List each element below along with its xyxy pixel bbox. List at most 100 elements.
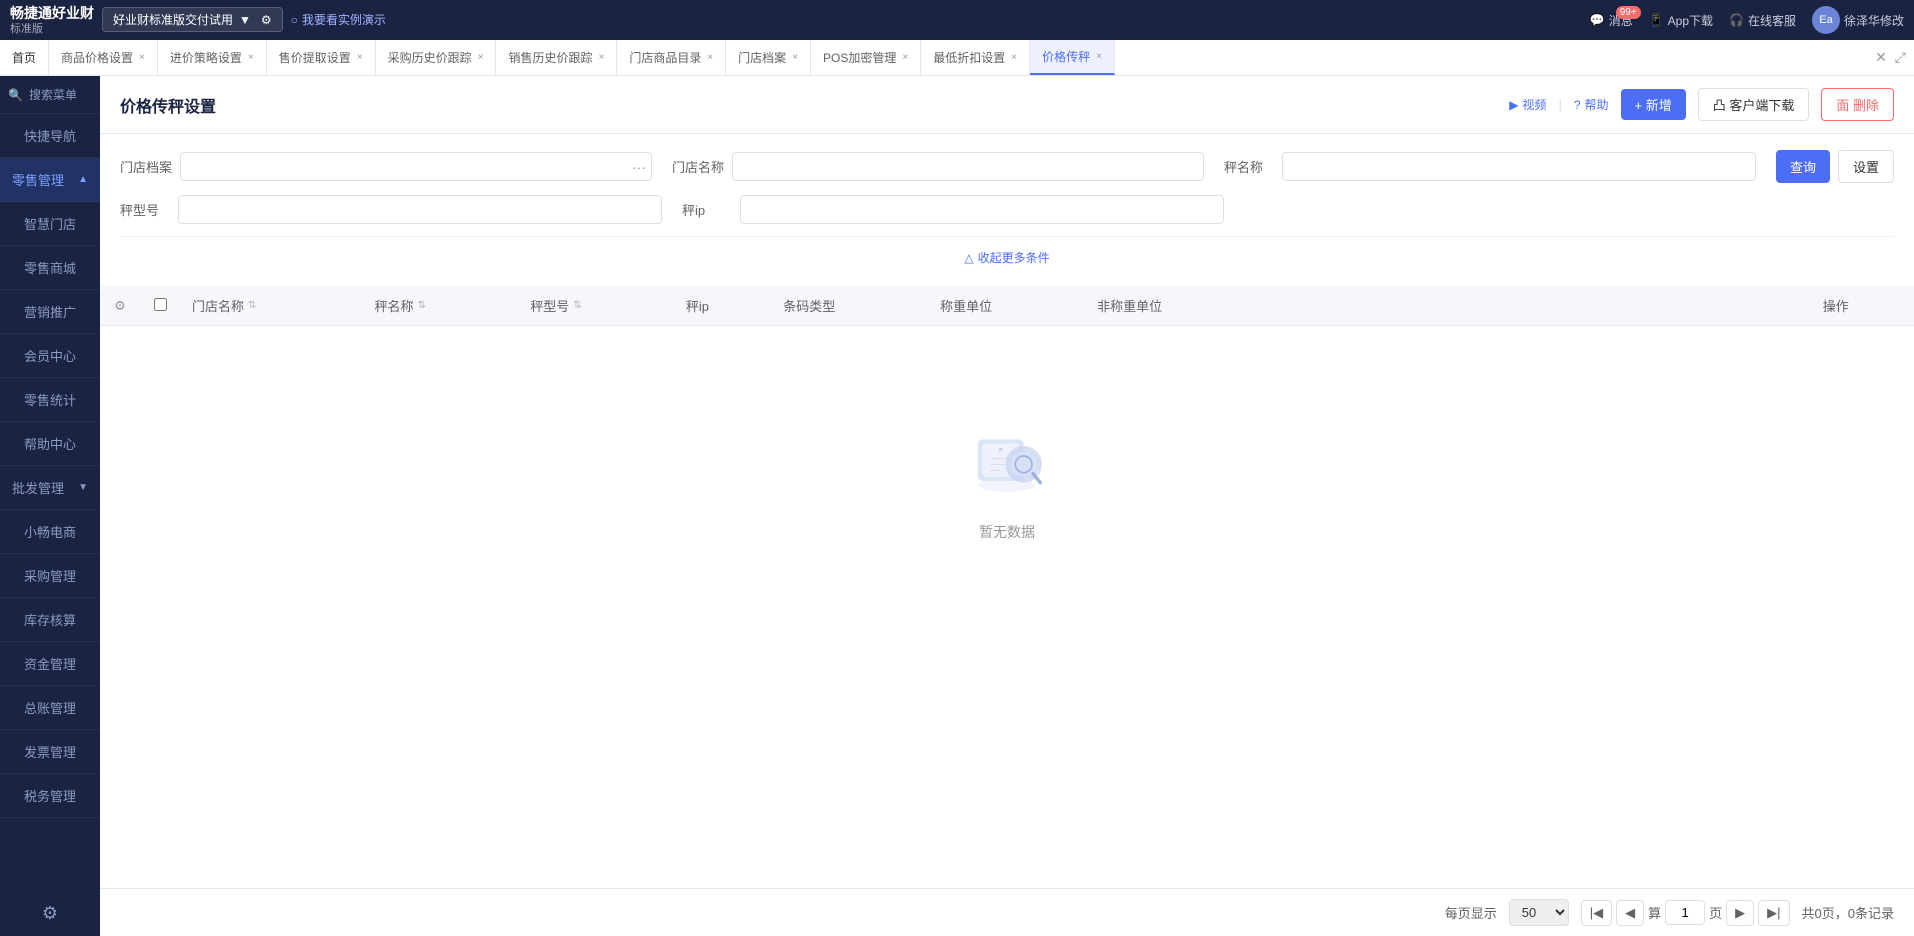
page-suffix-label: 页 [1709, 903, 1722, 922]
version-selector[interactable]: 好业财标准版交付试用 ▼ ⚙ [102, 7, 283, 32]
pagination-bar: 每页显示 20 50 100 |◀ ◀ 算 页 ▶ ▶| 共0页，0条记录 [100, 888, 1914, 936]
page-number-input[interactable] [1665, 900, 1705, 925]
scale-model-input[interactable] [178, 195, 662, 224]
sidebar-item-purchase[interactable]: 采购管理 [0, 554, 100, 598]
tab-goods-price-close-icon[interactable]: × [139, 52, 145, 63]
tab-home-label: 首页 [12, 49, 36, 66]
sidebar-wholesale-arrow-icon: ▼ [78, 482, 88, 493]
tab-store-catalog-close-icon[interactable]: × [707, 52, 713, 63]
sidebar-item-quick-nav[interactable]: 快捷导航 [0, 114, 100, 158]
sidebar-item-retail[interactable]: 零售管理 ▲ [0, 158, 100, 202]
table-checkbox-header[interactable] [140, 286, 180, 326]
tab-sale-price-close-icon[interactable]: × [357, 52, 363, 63]
sidebar-item-member[interactable]: 会员中心 [0, 334, 100, 378]
sidebar-search-label: 搜索菜单 [29, 86, 77, 103]
last-page-button[interactable]: ▶| [1758, 900, 1789, 926]
tab-min-discount[interactable]: 最低折扣设置 × [921, 40, 1030, 75]
th-scale-model-sort[interactable]: 秤型号 ⇅ [530, 296, 662, 315]
tab-pos-encrypt-close-icon[interactable]: × [902, 52, 908, 63]
sidebar-item-finance[interactable]: 资金管理 [0, 642, 100, 686]
sidebar-item-marketing[interactable]: 营销推广 [0, 290, 100, 334]
sidebar-item-smart-store[interactable]: 智慧门店 [0, 202, 100, 246]
tab-sale-price-label: 售价提取设置 [279, 49, 351, 66]
th-store-name-sort[interactable]: 门店名称 ⇅ [192, 296, 351, 315]
next-page-button[interactable]: ▶ [1726, 900, 1754, 926]
store-archive-dots-button[interactable]: ··· [632, 159, 646, 175]
sidebar-item-retail-stats[interactable]: 零售统计 [0, 378, 100, 422]
page-size-select[interactable]: 20 50 100 [1509, 899, 1569, 926]
th-scale-name-sort[interactable]: 秤名称 ⇅ [375, 296, 507, 315]
tab-purchase-strategy-close-icon[interactable]: × [248, 52, 254, 63]
empty-state: ≡ ——— ——— —— 暂无数据 [100, 326, 1914, 622]
tab-price-scale[interactable]: 价格传秤 × [1030, 40, 1115, 75]
th-non-weight-unit: 非称重单位 [1085, 286, 1811, 326]
help-link[interactable]: ? 帮助 [1574, 96, 1609, 113]
prev-page-button[interactable]: ◀ [1616, 900, 1644, 926]
download-button-label: 凸 客户端下载 [1713, 95, 1795, 114]
close-tab-icon[interactable]: ✕ [1875, 49, 1887, 66]
sidebar-item-help[interactable]: 帮助中心 [0, 422, 100, 466]
page-actions: ▶ 视频 | ? 帮助 + 新增 凸 客户端下载 面 删除 [1509, 88, 1894, 121]
th-barcode-type: 条码类型 [771, 286, 928, 326]
tab-store-archive-close-icon[interactable]: × [792, 52, 798, 63]
table-settings-header[interactable]: ⚙ [100, 286, 140, 326]
tab-purchase-history-close-icon[interactable]: × [478, 52, 484, 63]
download-button[interactable]: 凸 客户端下载 [1698, 88, 1810, 121]
select-all-checkbox[interactable] [154, 298, 167, 311]
tab-sale-history-close-icon[interactable]: × [598, 52, 604, 63]
sidebar-retail-arrow-icon: ▲ [78, 174, 88, 185]
version-label: 好业财标准版交付试用 [113, 11, 233, 28]
tab-sale-history[interactable]: 销售历史价跟踪 × [496, 40, 617, 75]
message-button[interactable]: 💬 消息 99+ [1590, 12, 1633, 29]
sidebar-item-ledger[interactable]: 总账管理 [0, 686, 100, 730]
tab-min-discount-close-icon[interactable]: × [1011, 52, 1017, 63]
th-scale-name-label: 秤名称 [375, 296, 414, 315]
message-icon: 💬 [1590, 13, 1605, 27]
th-non-weight-unit-label: 非称重单位 [1097, 299, 1162, 314]
sidebar-item-inventory[interactable]: 库存核算 [0, 598, 100, 642]
th-weight-unit-label: 称重单位 [940, 299, 992, 314]
sidebar-search[interactable]: 🔍 搜索菜单 [0, 76, 100, 114]
tab-store-catalog[interactable]: 门店商品目录 × [617, 40, 726, 75]
store-name-input[interactable] [732, 152, 1204, 181]
demo-circle-icon: ○ [291, 13, 298, 27]
sidebar-item-retail-mall[interactable]: 零售商城 [0, 246, 100, 290]
sidebar-smart-store-label: 智慧门店 [24, 214, 76, 233]
online-service-button[interactable]: 🎧 在线客服 [1729, 12, 1796, 29]
tab-purchase-history[interactable]: 采购历史价跟踪 × [376, 40, 497, 75]
tab-home[interactable]: 首页 [0, 40, 49, 75]
sidebar-item-invoice[interactable]: 发票管理 [0, 730, 100, 774]
sidebar-quick-nav-label: 快捷导航 [24, 126, 76, 145]
nav-tab-actions: ✕ ⤢ [1867, 40, 1914, 75]
data-table: ⚙ 门店名称 ⇅ [100, 286, 1914, 622]
th-scale-model-label: 秤型号 [530, 296, 569, 315]
sidebar-item-tax[interactable]: 税务管理 [0, 774, 100, 818]
tab-sale-price[interactable]: 售价提取设置 × [267, 40, 376, 75]
user-info[interactable]: Ea 徐泽华修改 [1812, 6, 1904, 34]
sidebar-invoice-label: 发票管理 [24, 742, 76, 761]
tab-pos-encrypt[interactable]: POS加密管理 × [811, 40, 921, 75]
scale-ip-input[interactable] [740, 195, 1224, 224]
tab-purchase-strategy[interactable]: 进价策略设置 × [158, 40, 267, 75]
sidebar-settings-button[interactable]: ⚙ [0, 891, 100, 936]
demo-link[interactable]: ○ 我要看实例演示 [291, 11, 386, 28]
settings-button[interactable]: 设置 [1838, 150, 1894, 183]
tab-goods-price[interactable]: 商品价格设置 × [49, 40, 158, 75]
tab-store-archive[interactable]: 门店档案 × [726, 40, 811, 75]
delete-button[interactable]: 面 删除 [1821, 88, 1894, 121]
tab-price-scale-close-icon[interactable]: × [1096, 51, 1102, 62]
maximize-tab-icon[interactable]: ⤢ [1895, 49, 1906, 66]
collapse-button[interactable]: △ 收起更多条件 [120, 245, 1894, 270]
scale-name-input[interactable] [1282, 152, 1756, 181]
store-archive-input[interactable] [180, 152, 652, 181]
sidebar-wholesale-label: 批发管理 [12, 478, 64, 497]
video-link[interactable]: ▶ 视频 [1509, 96, 1546, 113]
sidebar-item-wholesale[interactable]: 批发管理 ▼ [0, 466, 100, 510]
search-icon: 🔍 [8, 88, 23, 102]
query-button[interactable]: 查询 [1776, 150, 1830, 183]
version-settings-icon[interactable]: ⚙ [261, 13, 272, 27]
add-button[interactable]: + 新增 [1621, 89, 1686, 120]
first-page-button[interactable]: |◀ [1581, 900, 1612, 926]
sidebar-item-ecommerce[interactable]: 小畅电商 [0, 510, 100, 554]
app-download-button[interactable]: 📱 App下载 [1649, 12, 1713, 29]
